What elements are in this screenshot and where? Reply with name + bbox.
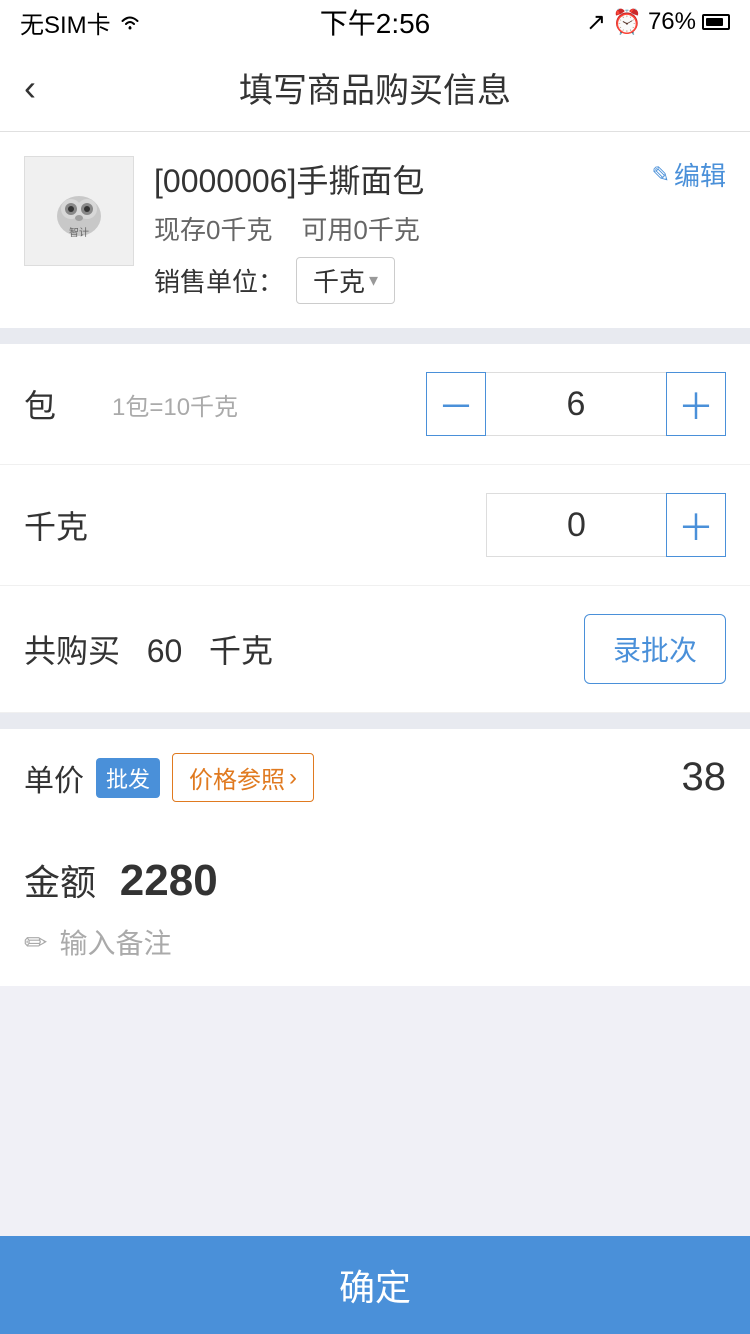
status-time: 下午2:56 — [320, 2, 431, 42]
edit-button[interactable]: ✎ 编辑 — [652, 156, 726, 193]
alarm-icon: ⏰ — [612, 8, 642, 37]
total-prefix: 共购买 — [24, 633, 120, 669]
battery-icon — [702, 14, 730, 30]
edit-icon: ✎ — [652, 162, 670, 188]
remark-row: ✏ 输入备注 — [24, 906, 726, 966]
unit-arrow-icon: ▾ — [369, 270, 378, 291]
price-value: 38 — [682, 755, 727, 800]
amount-value: 2280 — [120, 856, 218, 905]
nav-bar: ‹ 填写商品购买信息 — [0, 44, 750, 132]
price-ref-label: 价格参照 — [189, 760, 285, 795]
kilogram-quantity-control: ＋ — [486, 493, 726, 557]
price-reference-button[interactable]: 价格参照 › — [172, 753, 314, 802]
package-plus-button[interactable]: ＋ — [666, 372, 726, 436]
product-card: 智计 [0000006]手撕面包 现存0千克 可用0千克 销售单位： 千克 ▾ … — [0, 132, 750, 328]
svg-text:智计: 智计 — [69, 226, 89, 239]
package-minus-button[interactable]: － — [426, 372, 486, 436]
total-amount: 60 — [147, 633, 183, 669]
package-quantity-input[interactable] — [486, 372, 666, 436]
price-ref-arrow-icon: › — [289, 764, 297, 792]
unit-select[interactable]: 千克 ▾ — [296, 257, 395, 304]
kilogram-label: 千克 — [24, 502, 104, 548]
confirm-bar[interactable]: 确定 — [0, 1236, 750, 1334]
record-batch-button[interactable]: 录批次 — [584, 614, 726, 684]
battery-fill — [706, 18, 723, 26]
price-label: 单价 — [24, 756, 84, 800]
section-divider-2 — [0, 713, 750, 729]
status-left: 无SIM卡 — [20, 5, 141, 40]
amount-display: 金额 2280 — [24, 854, 726, 906]
package-label: 包 — [24, 381, 104, 427]
product-stock: 现存0千克 可用0千克 — [154, 210, 726, 247]
amount-row: 金额 2280 ✏ 输入备注 — [0, 826, 750, 986]
product-unit-row: 销售单位： 千克 ▾ — [154, 257, 726, 304]
total-text: 共购买 60 千克 — [24, 626, 273, 672]
package-quantity-control: － ＋ — [426, 372, 726, 436]
kilogram-quantity-input[interactable] — [486, 493, 666, 557]
total-unit: 千克 — [209, 633, 273, 669]
stock-text: 现存0千克 — [154, 215, 272, 245]
section-divider-1 — [0, 328, 750, 344]
location-icon: ↗ — [586, 8, 606, 37]
product-image: 智计 — [24, 156, 134, 266]
carrier-text: 无SIM卡 — [20, 5, 111, 40]
wifi-icon — [119, 14, 141, 30]
amount-label: 金额 — [24, 862, 96, 903]
kilogram-row: 千克 ＋ — [0, 465, 750, 586]
package-hint: 1包=10千克 — [112, 387, 426, 422]
confirm-button-label: 确定 — [339, 1259, 411, 1311]
status-bar: 无SIM卡 下午2:56 ↗ ⏰ 76% — [0, 0, 750, 44]
remark-icon: ✏ — [24, 926, 47, 959]
remark-placeholder[interactable]: 输入备注 — [59, 922, 171, 962]
battery-percent: 76% — [648, 8, 696, 36]
back-button[interactable]: ‹ — [24, 67, 36, 109]
owl-icon: 智计 — [49, 181, 109, 241]
page-title: 填写商品购买信息 — [239, 63, 511, 112]
input-section: 包 1包=10千克 － ＋ 千克 ＋ — [0, 344, 750, 586]
unit-label: 销售单位： — [154, 262, 284, 299]
edit-label: 编辑 — [674, 156, 726, 193]
batch-tag: 批发 — [96, 758, 160, 798]
status-right: ↗ ⏰ 76% — [586, 8, 730, 37]
package-row: 包 1包=10千克 － ＋ — [0, 344, 750, 465]
available-text: 可用0千克 — [301, 215, 419, 245]
total-row: 共购买 60 千克 录批次 — [0, 586, 750, 713]
product-name: [0000006]手撕面包 — [154, 156, 726, 202]
unit-value: 千克 — [313, 262, 365, 299]
kilogram-plus-button[interactable]: ＋ — [666, 493, 726, 557]
product-info: [0000006]手撕面包 现存0千克 可用0千克 销售单位： 千克 ▾ — [154, 156, 726, 304]
price-section: 单价 批发 价格参照 › 38 — [0, 729, 750, 826]
